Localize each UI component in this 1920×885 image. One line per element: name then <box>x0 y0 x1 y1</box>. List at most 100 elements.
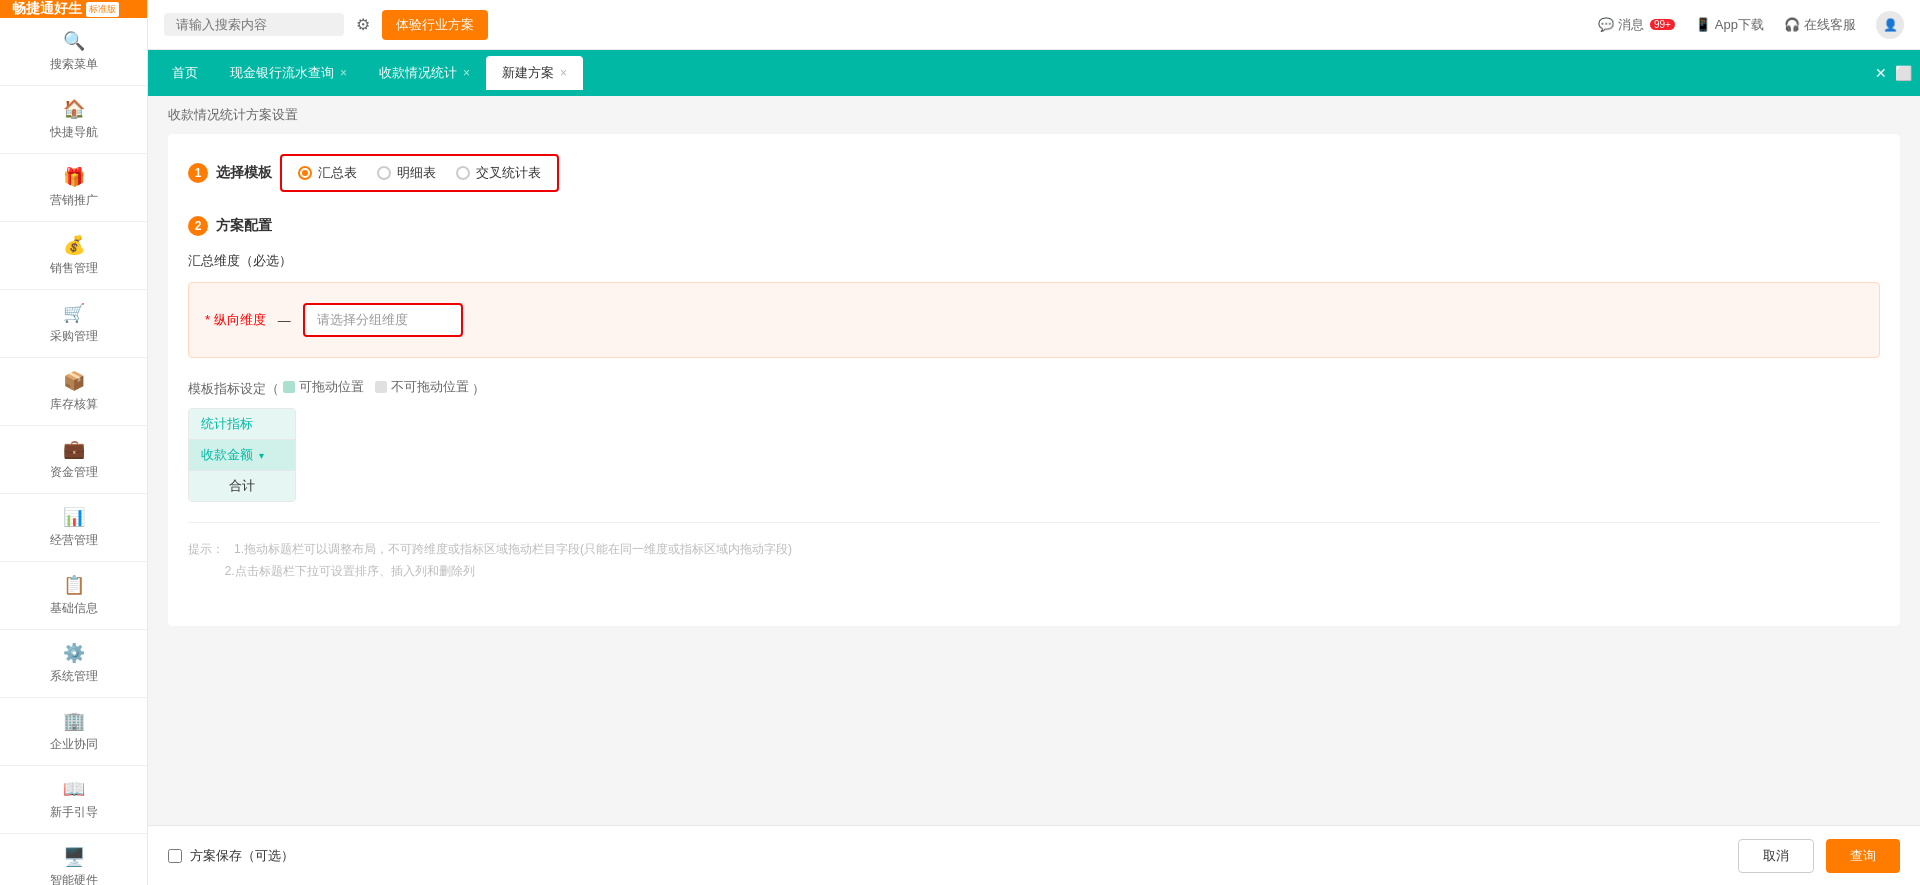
box-icon: 📦 <box>63 370 85 392</box>
step1-header: 1 选择模板 汇总表 明细表 交叉统计表 <box>188 154 1880 192</box>
sidebar-item-enterprise[interactable]: 🏢 企业协同 <box>0 698 147 766</box>
service-icon: 🎧 <box>1784 17 1800 32</box>
tab-collection-stats-close-icon[interactable]: × <box>463 66 470 80</box>
sidebar-logo: 畅捷通好生 标准版 <box>0 0 147 18</box>
sidebar-item-label: 资金管理 <box>50 464 98 481</box>
sidebar-item-inventory[interactable]: 📦 库存核算 <box>0 358 147 426</box>
cart-icon: 🛒 <box>63 302 85 324</box>
indicator-config-header: 模板指标设定（ 可拖动位置 不可拖动位置 ） <box>188 378 1880 398</box>
topbar-left: ⚙ 体验行业方案 <box>164 10 488 40</box>
notification-item[interactable]: 💬 消息 99+ <box>1598 16 1675 34</box>
sidebar-logo-badge: 标准版 <box>86 2 119 17</box>
draggable-label: 可拖动位置 <box>299 378 364 396</box>
app-icon: 📱 <box>1695 17 1711 32</box>
breadcrumb-text: 收款情况统计方案设置 <box>168 107 298 122</box>
radio-cross[interactable]: 交叉统计表 <box>456 164 541 182</box>
notification-badge: 99+ <box>1650 19 1675 30</box>
sidebar-item-operations[interactable]: 📊 经营管理 <box>0 494 147 562</box>
sidebar-item-label: 智能硬件 <box>50 872 98 885</box>
sidebar-item-label: 新手引导 <box>50 804 98 821</box>
online-service-label: 在线客服 <box>1804 16 1856 34</box>
building-icon: 🏢 <box>63 710 85 732</box>
sidebar-item-quick-nav[interactable]: 🏠 快捷导航 <box>0 86 147 154</box>
tip1: 1.拖动标题栏可以调整布局，不可跨维度或指标区域拖动栏目字段(只能在同一维度或指… <box>234 542 792 556</box>
page-content: 收款情况统计方案设置 1 选择模板 汇总表 明细表 <box>148 96 1920 885</box>
template-radio-group: 汇总表 明细表 交叉统计表 <box>280 154 559 192</box>
breadcrumb: 收款情况统计方案设置 <box>148 96 1920 134</box>
stats-column-header[interactable]: 收款金额 ▾ <box>189 440 295 471</box>
step2-title: 方案配置 <box>216 217 272 235</box>
gift-icon: 🎁 <box>63 166 85 188</box>
search-menu-icon: 🔍 <box>63 30 85 52</box>
trial-button[interactable]: 体验行业方案 <box>382 10 488 40</box>
sidebar-item-label: 经营管理 <box>50 532 98 549</box>
topbar-right: 💬 消息 99+ 📱 App下载 🎧 在线客服 👤 <box>1598 11 1904 39</box>
home-icon: 🏠 <box>63 98 85 120</box>
tab-home[interactable]: 首页 <box>156 56 214 90</box>
app-download-item[interactable]: 📱 App下载 <box>1695 16 1764 34</box>
sidebar-item-basic-info[interactable]: 📋 基础信息 <box>0 562 147 630</box>
sidebar-item-label: 快捷导航 <box>50 124 98 141</box>
sidebar-item-search-menu[interactable]: 🔍 搜索菜单 <box>0 18 147 86</box>
stats-table: 统计指标 收款金额 ▾ 合计 <box>188 408 296 502</box>
radio-cross-label: 交叉统计表 <box>476 164 541 182</box>
cancel-button[interactable]: 取消 <box>1738 839 1814 873</box>
briefcase-icon: 💼 <box>63 438 85 460</box>
tips-section: 提示： 1.拖动标题栏可以调整布局，不可跨维度或指标区域拖动栏目字段(只能在同一… <box>188 539 1880 582</box>
dimension-arrow: — <box>278 313 291 328</box>
sidebar-item-marketing[interactable]: 🎁 营销推广 <box>0 154 147 222</box>
tab-new-plan-label: 新建方案 <box>502 64 554 82</box>
sidebar-item-label: 企业协同 <box>50 736 98 753</box>
user-avatar[interactable]: 👤 <box>1876 11 1904 39</box>
sidebar-item-finance[interactable]: 💼 资金管理 <box>0 426 147 494</box>
query-button[interactable]: 查询 <box>1826 839 1900 873</box>
non-draggable-indicator: 不可拖动位置 <box>375 378 469 396</box>
clipboard-icon: 📋 <box>63 574 85 596</box>
dimension-select[interactable]: 请选择分组维度 <box>303 303 463 337</box>
search-input[interactable] <box>164 13 344 36</box>
step2-badge: 2 <box>188 216 208 236</box>
total-label: 合计 <box>229 478 255 493</box>
nav-tabs: 首页 现金银行流水查询 × 收款情况统计 × 新建方案 × ✕ ⬜ <box>148 50 1920 96</box>
tab-new-plan-close-icon[interactable]: × <box>560 66 567 80</box>
divider <box>188 522 1880 523</box>
dimension-row-label: * 纵向维度 <box>205 311 266 329</box>
close-window-icon[interactable]: ✕ <box>1875 65 1887 81</box>
stats-table-header: 统计指标 <box>189 409 295 440</box>
gear-settings-icon[interactable]: ⚙ <box>356 15 370 34</box>
message-icon: 💬 <box>1598 17 1614 32</box>
tab-bank-flow-close-icon[interactable]: × <box>340 66 347 80</box>
online-service-item[interactable]: 🎧 在线客服 <box>1784 16 1856 34</box>
step1-title: 选择模板 <box>216 164 272 182</box>
config-section: 汇总维度（必选） * 纵向维度 — 请选择分组维度 <box>188 252 1880 582</box>
sidebar-item-hardware[interactable]: 🖥️ 智能硬件 <box>0 834 147 885</box>
step1-section: 1 选择模板 汇总表 明细表 交叉统计表 <box>188 154 1880 192</box>
money-icon: 💰 <box>63 234 85 256</box>
stats-label: 统计指标 <box>201 415 253 433</box>
sidebar-item-purchase[interactable]: 🛒 采购管理 <box>0 290 147 358</box>
radio-summary-label: 汇总表 <box>318 164 357 182</box>
tab-new-plan[interactable]: 新建方案 × <box>486 56 583 90</box>
radio-detail[interactable]: 明细表 <box>377 164 436 182</box>
maximize-icon[interactable]: ⬜ <box>1895 65 1912 81</box>
sidebar: 畅捷通好生 标准版 🔍 搜索菜单 🏠 快捷导航 🎁 营销推广 💰 销售管理 🛒 … <box>0 0 148 885</box>
sidebar-item-guide[interactable]: 📖 新手引导 <box>0 766 147 834</box>
chart-icon: 📊 <box>63 506 85 528</box>
book-icon: 📖 <box>63 778 85 800</box>
save-label: 方案保存（可选） <box>190 847 294 865</box>
radio-summary[interactable]: 汇总表 <box>298 164 357 182</box>
sidebar-item-label: 库存核算 <box>50 396 98 413</box>
tab-collection-stats[interactable]: 收款情况统计 × <box>363 56 486 90</box>
sidebar-item-label: 采购管理 <box>50 328 98 345</box>
save-checkbox[interactable] <box>168 849 182 863</box>
step2-section: 2 方案配置 汇总维度（必选） * 纵向维度 — 请选择分组维度 <box>188 216 1880 582</box>
sidebar-item-system[interactable]: ⚙️ 系统管理 <box>0 630 147 698</box>
indicator-config: 模板指标设定（ 可拖动位置 不可拖动位置 ） <box>188 378 1880 502</box>
radio-cross-circle <box>456 166 470 180</box>
sidebar-item-sales[interactable]: 💰 销售管理 <box>0 222 147 290</box>
tab-bank-flow[interactable]: 现金银行流水查询 × <box>214 56 363 90</box>
stats-total-row: 合计 <box>189 471 295 501</box>
gear-icon: ⚙️ <box>63 642 85 664</box>
tips-title: 提示： <box>188 542 231 556</box>
tab-bank-flow-label: 现金银行流水查询 <box>230 64 334 82</box>
